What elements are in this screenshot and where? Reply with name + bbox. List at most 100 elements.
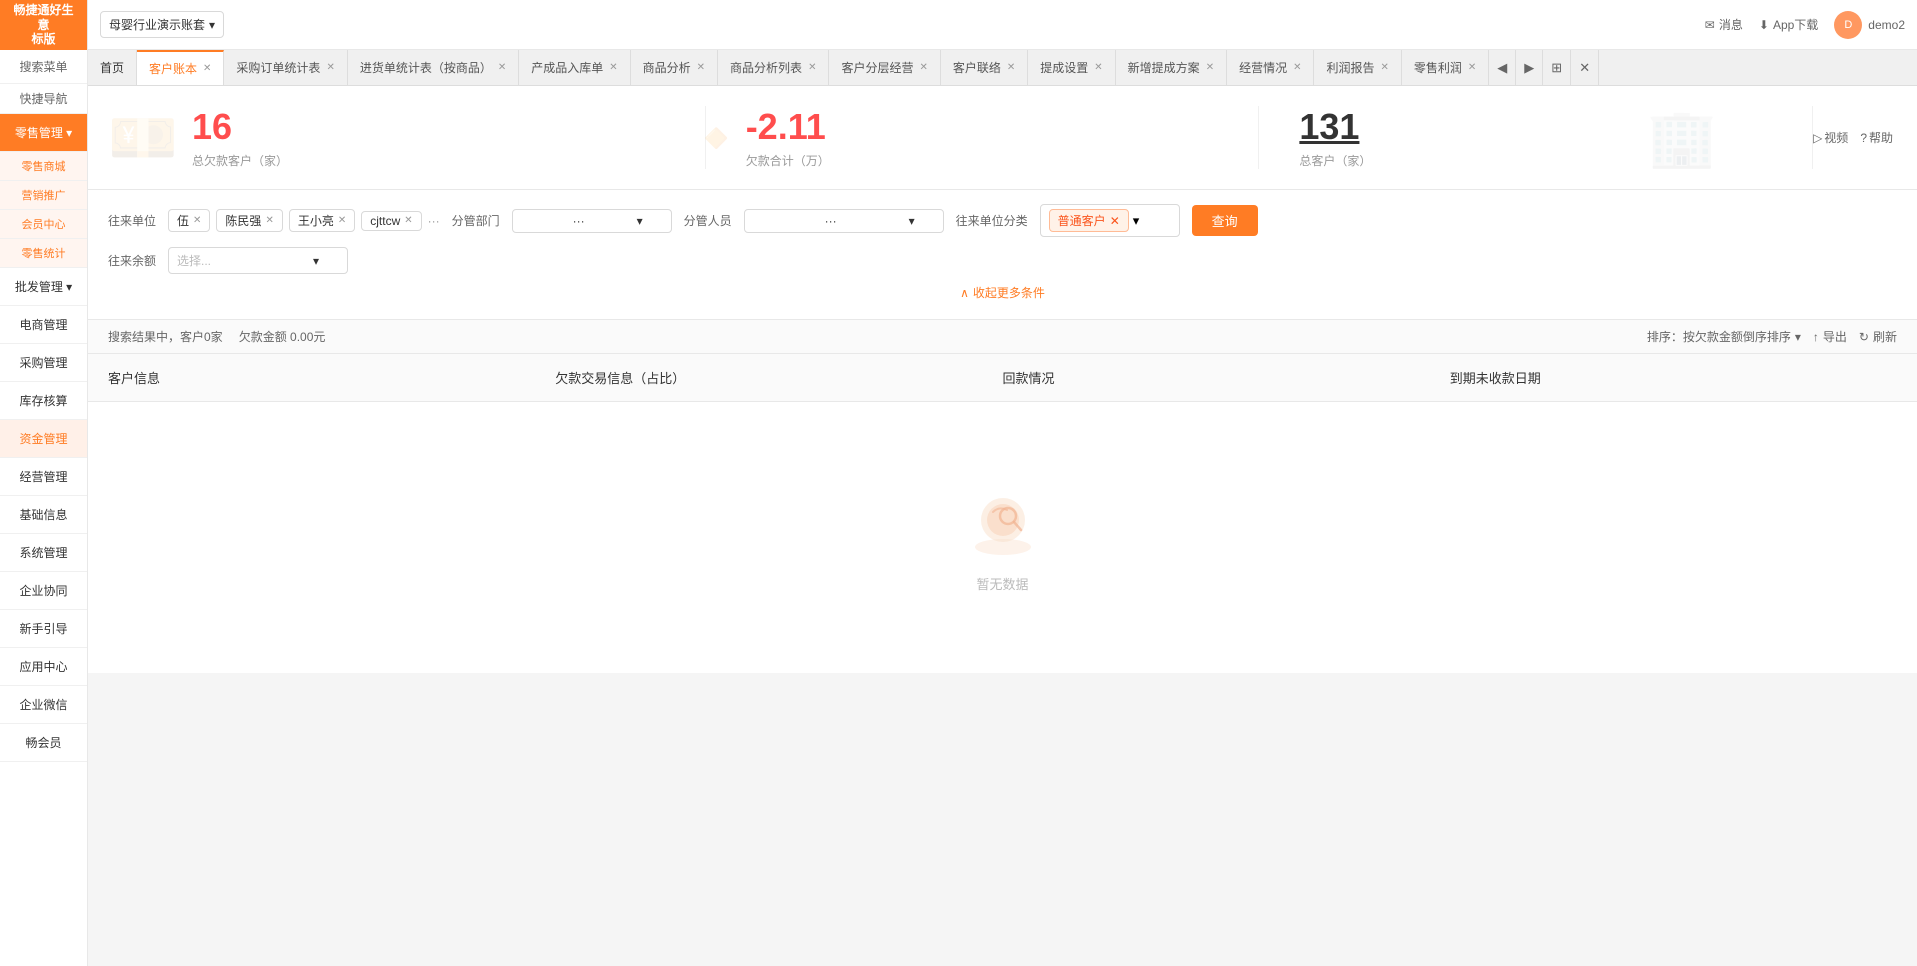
filter-select-person[interactable]: ··· ▾ [744, 209, 944, 233]
tab-close-new-commission[interactable]: ✕ [1206, 62, 1214, 73]
dept-dropdown-icon: ▾ [637, 214, 643, 228]
tab-customer-contact[interactable]: 客户联络 ✕ [941, 50, 1028, 86]
filter-more-btn[interactable]: ··· [428, 214, 440, 228]
sort-label: 排序：按欠款金额倒序排序 [1647, 328, 1791, 345]
tab-nav-left[interactable]: ◀ [1489, 50, 1516, 86]
stat-label-amount: 欠款合计（万） [746, 152, 830, 169]
tab-close-customer-tier[interactable]: ✕ [919, 62, 927, 73]
filter-tag-unit-2: 王小亮 ✕ [289, 209, 355, 232]
result-bar-left: 搜索结果中，客户0家 欠款金额 0.00元 [108, 328, 325, 345]
help-icon: ? [1860, 131, 1867, 145]
tab-purchase-stats[interactable]: 采购订单统计表 ✕ [224, 50, 347, 86]
video-btn[interactable]: ▷ 视频 [1813, 129, 1848, 146]
tab-close-business[interactable]: ✕ [1293, 62, 1301, 73]
tabbar: 首页 客户账本 ✕ 采购订单统计表 ✕ 进货单统计表（按商品） ✕ 产成品入库单… [88, 50, 1917, 86]
amount-text: 欠款金额 0.00元 [239, 328, 326, 345]
tab-business-situation[interactable]: 经营情况 ✕ [1227, 50, 1314, 86]
filter-label-unit-type: 往来单位分类 [956, 212, 1028, 229]
tab-close-retail-profit[interactable]: ✕ [1468, 62, 1476, 73]
sidebar-item-quick-nav[interactable]: 快捷导航 [0, 84, 87, 114]
remove-tag-unit-2[interactable]: ✕ [338, 215, 346, 226]
sidebar-item-finance[interactable]: 资金管理 [0, 420, 87, 458]
remove-tag-unit-1[interactable]: ✕ [265, 215, 273, 226]
stats-actions: ▷ 视频 ? 帮助 [1813, 129, 1893, 146]
tab-commission-settings[interactable]: 提成设置 ✕ [1028, 50, 1115, 86]
remove-tag-unit-3[interactable]: ✕ [404, 215, 412, 226]
topbar-right: ✉ 消息 ⬇ App下载 D demo2 [1705, 11, 1905, 39]
refresh-btn[interactable]: ↻ 刷新 [1859, 328, 1897, 345]
tab-nav-close-all[interactable]: ✕ [1571, 50, 1599, 86]
tab-product-analysis-list[interactable]: 商品分析列表 ✕ [718, 50, 829, 86]
sidebar-item-retail[interactable]: 零售管理 ▾ [0, 114, 87, 152]
sidebar-subitem-retail-stats[interactable]: 零售统计 [0, 239, 87, 268]
tab-nav-expand[interactable]: ⊞ [1543, 50, 1571, 86]
sidebar-item-ecommerce[interactable]: 电商管理 [0, 306, 87, 344]
filter-tags-unit: 伍 ✕ 陈民强 ✕ 王小亮 ✕ cjttcw ✕ ··· [168, 209, 440, 232]
play-icon: ▷ [1813, 131, 1822, 145]
tab-close-inbound-stats[interactable]: ✕ [498, 62, 506, 73]
query-button[interactable]: 查询 [1192, 205, 1258, 236]
tab-new-commission[interactable]: 新增提成方案 ✕ [1116, 50, 1227, 86]
search-result-text: 搜索结果中，客户0家 [108, 328, 223, 345]
tab-close-product-analysis-list[interactable]: ✕ [808, 62, 816, 73]
sort-btn[interactable]: 排序：按欠款金额倒序排序 ▾ [1647, 328, 1801, 345]
tab-close-product-analysis[interactable]: ✕ [697, 62, 705, 73]
export-icon: ↑ [1813, 330, 1819, 344]
sidebar-item-member2[interactable]: 畅会员 [0, 724, 87, 762]
tab-product-inbound[interactable]: 产成品入库单 ✕ [519, 50, 630, 86]
tab-close-customer-ledger[interactable]: ✕ [203, 63, 211, 74]
sidebar-item-wholesale[interactable]: 批发管理 ▾ [0, 268, 87, 306]
table-wrapper: 客户信息 欠款交易信息（占比） 回款情况 到期未收款日期 [88, 354, 1917, 673]
tab-close-customer-contact[interactable]: ✕ [1007, 62, 1015, 73]
sidebar-item-app-center[interactable]: 应用中心 [0, 648, 87, 686]
col-due-date: 到期未收款日期 [1450, 364, 1897, 391]
sidebar-item-basic-info[interactable]: 基础信息 [0, 496, 87, 534]
sidebar-item-purchase[interactable]: 采购管理 [0, 344, 87, 382]
balance-dropdown-icon: ▾ [313, 254, 319, 268]
collapse-btn[interactable]: ∧ 收起更多条件 [960, 284, 1045, 301]
sidebar-item-operation[interactable]: 经营管理 [0, 458, 87, 496]
sidebar-item-search[interactable]: 搜索菜单 [0, 50, 87, 84]
tab-close-profit[interactable]: ✕ [1381, 62, 1389, 73]
sidebar-item-system[interactable]: 系统管理 [0, 534, 87, 572]
tab-inbound-stats[interactable]: 进货单统计表（按商品） ✕ [348, 50, 519, 86]
sidebar-item-guide[interactable]: 新手引导 [0, 610, 87, 648]
sidebar-item-inventory[interactable]: 库存核算 [0, 382, 87, 420]
filter-unit-type-container[interactable]: 普通客户 ✕ ▾ [1040, 204, 1180, 237]
filter-balance-input[interactable]: 选择... ▾ [168, 247, 348, 274]
tab-close-commission[interactable]: ✕ [1094, 62, 1102, 73]
remove-unit-type-tag[interactable]: ✕ [1110, 214, 1120, 228]
topbar: 母婴行业演示账套 ▾ ✉ 消息 ⬇ App下载 D demo2 [88, 0, 1917, 50]
empty-icon [963, 482, 1043, 562]
logo-text: 畅捷通好生意标版 [8, 3, 79, 46]
help-btn[interactable]: ? 帮助 [1860, 129, 1893, 146]
col-repayment: 回款情况 [1003, 364, 1450, 391]
topbar-left: 母婴行业演示账套 ▾ [100, 11, 224, 38]
filter-row-1: 往来单位 伍 ✕ 陈民强 ✕ 王小亮 ✕ cjttcw [108, 204, 1897, 237]
workspace-dropdown-icon: ▾ [209, 18, 215, 32]
tab-customer-ledger[interactable]: 客户账本 ✕ [137, 50, 224, 86]
balance-placeholder: 选择... [177, 252, 211, 269]
stat-block-customers: 16 总欠款客户（家） [112, 106, 706, 169]
messages-btn[interactable]: ✉ 消息 [1705, 16, 1743, 33]
stat-label-total: 总客户（家） [1299, 152, 1371, 169]
app-download-btn[interactable]: ⬇ App下载 [1759, 16, 1818, 33]
remove-tag-unit-0[interactable]: ✕ [193, 215, 201, 226]
tab-product-analysis[interactable]: 商品分析 ✕ [631, 50, 718, 86]
filter-select-dept[interactable]: ··· ▾ [512, 209, 672, 233]
tab-close-purchase-stats[interactable]: ✕ [326, 62, 334, 73]
tab-home[interactable]: 首页 [88, 50, 137, 86]
export-btn[interactable]: ↑ 导出 [1813, 328, 1847, 345]
sidebar-subitem-marketing[interactable]: 营销推广 [0, 181, 87, 210]
workspace-selector[interactable]: 母婴行业演示账套 ▾ [100, 11, 224, 38]
sidebar-subitem-retail-mall[interactable]: 零售商城 [0, 152, 87, 181]
tab-retail-profit[interactable]: 零售利润 ✕ [1402, 50, 1489, 86]
tab-nav-right[interactable]: ▶ [1516, 50, 1543, 86]
sidebar-item-enterprise[interactable]: 企业协同 [0, 572, 87, 610]
tab-close-product-inbound[interactable]: ✕ [609, 62, 617, 73]
sidebar-item-wechat[interactable]: 企业微信 [0, 686, 87, 724]
tab-customer-tier[interactable]: 客户分层经营 ✕ [829, 50, 940, 86]
user-area[interactable]: D demo2 [1834, 11, 1905, 39]
tab-profit-report[interactable]: 利润报告 ✕ [1314, 50, 1401, 86]
sidebar-subitem-member[interactable]: 会员中心 [0, 210, 87, 239]
